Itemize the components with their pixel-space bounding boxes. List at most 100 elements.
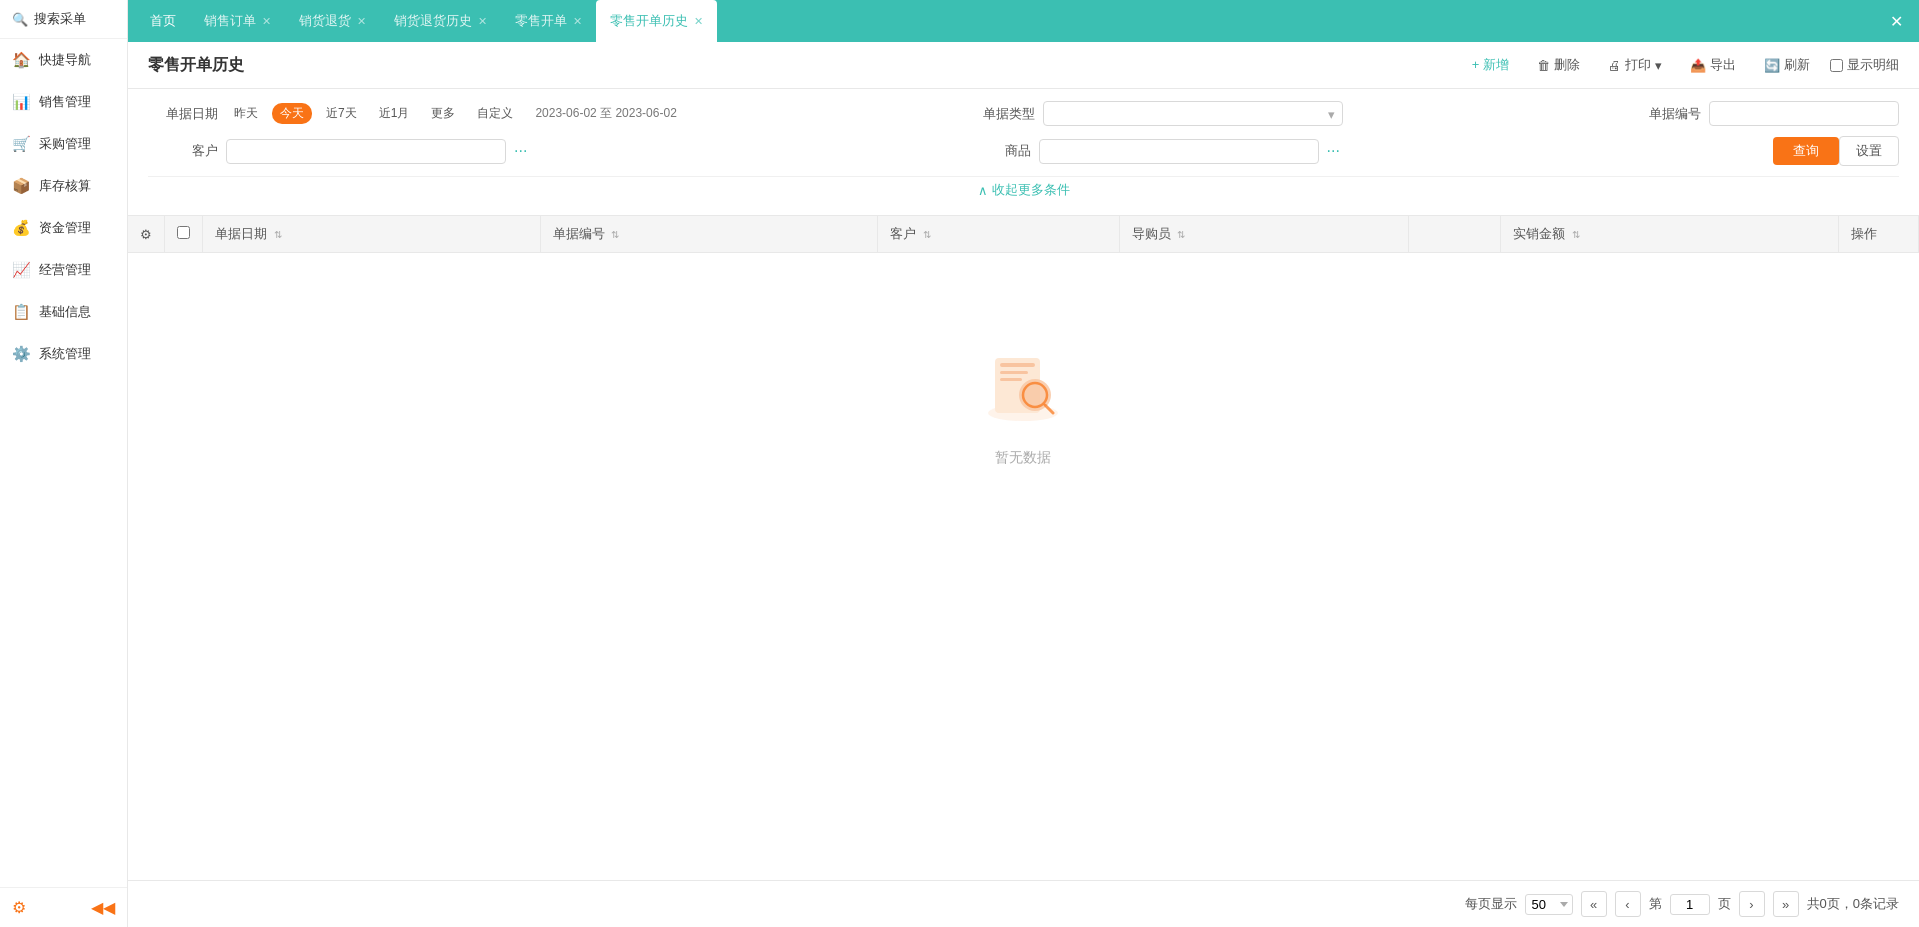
select-all-checkbox[interactable] (177, 226, 190, 239)
collapse-filter-btn[interactable]: ∧ 收起更多条件 (148, 176, 1899, 203)
pagination-bar: 每页显示 50 10 20 100 « ‹ 第 页 › » 共0页，0条记录 (128, 880, 1919, 927)
delete-button[interactable]: 🗑 删除 (1529, 52, 1588, 78)
date-filter-label: 单据日期 (148, 105, 218, 123)
sidebar-search[interactable]: 🔍 搜索采单 (0, 0, 127, 39)
query-button[interactable]: 查询 (1773, 137, 1839, 165)
empty-state: 暂无数据 (128, 253, 1919, 507)
tab-retail-open-history[interactable]: 零售开单历史 ✕ (596, 0, 717, 42)
sidebar-item-purchase-mgmt[interactable]: 🛒 采购管理 (0, 123, 127, 165)
sidebar-item-sales-mgmt[interactable]: 📊 销售管理 (0, 81, 127, 123)
date-more[interactable]: 更多 (423, 103, 463, 124)
sidebar-item-inventory[interactable]: 📦 库存核算 (0, 165, 127, 207)
table-header-amount[interactable]: 实销金额 ⇅ (1501, 216, 1839, 253)
table-settings-header[interactable]: ⚙ (128, 216, 165, 253)
date-7days[interactable]: 近7天 (318, 103, 365, 124)
sidebar-bottom: ⚙ ◀◀ (0, 887, 127, 927)
tab-sales-order-close[interactable]: ✕ (262, 15, 271, 28)
date-options: 昨天 今天 近7天 近1月 更多 自定义 2023-06-02 至 2023-0… (226, 103, 677, 124)
filter-area: 单据日期 昨天 今天 近7天 近1月 更多 自定义 2023-06-02 至 2… (128, 89, 1919, 216)
date-yesterday[interactable]: 昨天 (226, 103, 266, 124)
tab-sales-return[interactable]: 销货退货 ✕ (285, 0, 380, 42)
data-table: ⚙ 单据日期 ⇅ 单据编号 ⇅ 客户 ⇅ (128, 216, 1919, 507)
table-header-salesperson[interactable]: 导购员 ⇅ (1119, 216, 1409, 253)
table-header-action: 操作 (1839, 216, 1919, 253)
sidebar-item-label: 经营管理 (39, 261, 91, 279)
tab-retail-open[interactable]: 零售开单 ✕ (501, 0, 596, 42)
sidebar-nav: 🏠 快捷导航 📊 销售管理 🛒 采购管理 📦 库存核算 💰 资金管理 📈 经营管… (0, 39, 127, 887)
prev-page-btn[interactable]: ‹ (1615, 891, 1641, 917)
gear-icon: ⚙️ (12, 345, 31, 363)
show-detail-toggle[interactable]: 显示明细 (1830, 56, 1899, 74)
table-header-date[interactable]: 单据日期 ⇅ (203, 216, 541, 253)
tab-retail-open-history-close[interactable]: ✕ (694, 15, 703, 28)
collapse-sidebar-icon[interactable]: ◀◀ (91, 898, 115, 917)
tab-sales-return-history-label: 销货退货历史 (394, 12, 472, 30)
tab-sales-return-label: 销货退货 (299, 12, 351, 30)
goods-filter-label: 商品 (961, 142, 1031, 160)
tab-home[interactable]: 首页 (136, 0, 190, 42)
add-button[interactable]: + 新增 (1464, 52, 1517, 78)
table-header-order-no[interactable]: 单据编号 ⇅ (540, 216, 878, 253)
show-detail-checkbox-input[interactable] (1830, 59, 1843, 72)
tab-retail-open-close[interactable]: ✕ (573, 15, 582, 28)
print-dropdown-icon: ▾ (1655, 58, 1662, 73)
date-1month[interactable]: 近1月 (371, 103, 418, 124)
print-icon: 🖨 (1608, 58, 1621, 73)
sidebar-item-finance[interactable]: 💰 资金管理 (0, 207, 127, 249)
per-page-select[interactable]: 50 10 20 100 (1525, 894, 1573, 915)
search-icon: 🔍 (12, 12, 28, 27)
refresh-button[interactable]: 🔄 刷新 (1756, 52, 1818, 78)
close-all-tabs-btn[interactable]: ✕ (1882, 12, 1911, 31)
table-checkbox-header[interactable] (165, 216, 203, 253)
sidebar-item-basic-info[interactable]: 📋 基础信息 (0, 291, 127, 333)
sidebar-search-label: 搜索采单 (34, 10, 86, 28)
export-button[interactable]: 📤 导出 (1682, 52, 1744, 78)
type-select[interactable] (1043, 101, 1343, 126)
customer-input[interactable] (226, 139, 506, 164)
print-button[interactable]: 🖨 打印 ▾ (1600, 52, 1670, 78)
sidebar-item-operations[interactable]: 📈 经营管理 (0, 249, 127, 291)
tab-sales-return-close[interactable]: ✕ (357, 15, 366, 28)
date-sort-icon: ⇅ (274, 229, 282, 240)
tab-sales-order-label: 销售订单 (204, 12, 256, 30)
sidebar-item-label: 基础信息 (39, 303, 91, 321)
refresh-icon: 🔄 (1764, 58, 1780, 73)
first-page-btn[interactable]: « (1581, 891, 1607, 917)
home-icon: 🏠 (12, 51, 31, 69)
settings-icon: ⚙ (140, 227, 152, 242)
settings-bottom-icon[interactable]: ⚙ (12, 898, 26, 917)
page-number-input[interactable] (1670, 894, 1710, 915)
sidebar-item-quick-nav[interactable]: 🏠 快捷导航 (0, 39, 127, 81)
filter-row-date: 单据日期 昨天 今天 近7天 近1月 更多 自定义 2023-06-02 至 2… (148, 101, 1899, 126)
page-title: 零售开单历史 (148, 55, 1464, 76)
customer-sort-icon: ⇅ (923, 229, 931, 240)
toolbar: + 新增 🗑 删除 🖨 打印 ▾ 📤 导出 🔄 刷新 显示明细 (1464, 52, 1899, 78)
tab-home-label: 首页 (150, 12, 176, 30)
date-today[interactable]: 今天 (272, 103, 312, 124)
order-no-input[interactable] (1709, 101, 1899, 126)
page-prefix-label: 第 (1649, 895, 1662, 913)
settings-button[interactable]: 设置 (1839, 136, 1899, 166)
customer-picker-btn[interactable]: ··· (514, 142, 527, 160)
main-area: 首页 销售订单 ✕ 销货退货 ✕ 销货退货历史 ✕ 零售开单 ✕ 零售开单历史 … (128, 0, 1919, 927)
table-header-customer[interactable]: 客户 ⇅ (878, 216, 1120, 253)
date-custom[interactable]: 自定义 (469, 103, 521, 124)
goods-picker-btn[interactable]: ··· (1327, 142, 1340, 160)
next-page-btn[interactable]: › (1739, 891, 1765, 917)
sidebar-item-label: 销售管理 (39, 93, 91, 111)
tab-sales-order[interactable]: 销售订单 ✕ (190, 0, 285, 42)
sidebar-item-sys-mgmt[interactable]: ⚙️ 系统管理 (0, 333, 127, 375)
last-page-btn[interactable]: » (1773, 891, 1799, 917)
cart-icon: 🛒 (12, 135, 31, 153)
tab-retail-open-label: 零售开单 (515, 12, 567, 30)
goods-input[interactable] (1039, 139, 1319, 164)
date-range-display: 2023-06-02 至 2023-06-02 (535, 105, 676, 122)
customer-filter-label: 客户 (148, 142, 218, 160)
tab-sales-return-history[interactable]: 销货退货历史 ✕ (380, 0, 501, 42)
box-icon: 📦 (12, 177, 31, 195)
order-no-filter-label: 单据编号 (1631, 105, 1701, 123)
operations-icon: 📈 (12, 261, 31, 279)
tab-bar: 首页 销售订单 ✕ 销货退货 ✕ 销货退货历史 ✕ 零售开单 ✕ 零售开单历史 … (128, 0, 1919, 42)
tab-sales-return-history-close[interactable]: ✕ (478, 15, 487, 28)
clipboard-icon: 📋 (12, 303, 31, 321)
